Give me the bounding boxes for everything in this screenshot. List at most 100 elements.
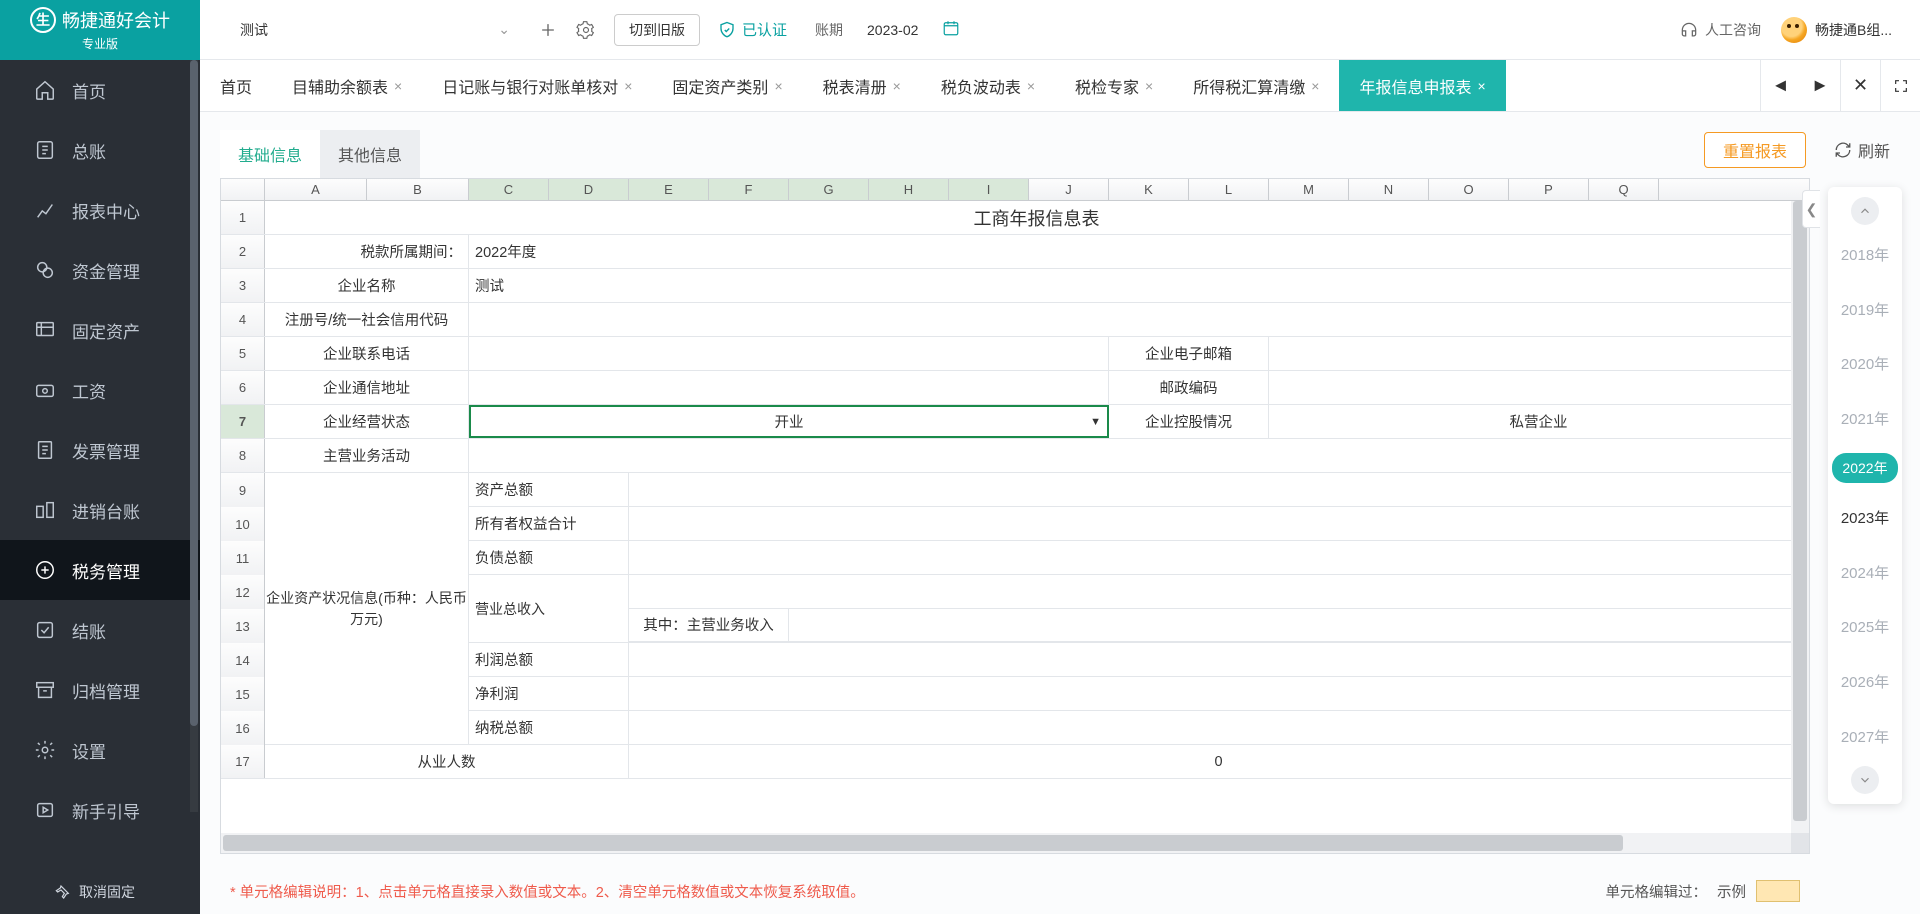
v-scrollbar[interactable] bbox=[1791, 201, 1809, 833]
row-head-3[interactable]: 3 bbox=[221, 269, 265, 302]
tab-close-icon[interactable]: × bbox=[1145, 78, 1153, 94]
col-head-F[interactable]: F bbox=[709, 179, 789, 200]
value-reg-code[interactable] bbox=[469, 303, 1809, 336]
value-asset-9[interactable] bbox=[629, 473, 1809, 506]
tab-0[interactable]: 首页 bbox=[200, 60, 272, 111]
support-button[interactable]: 人工咨询 bbox=[1679, 20, 1761, 40]
tab-5[interactable]: 税负波动表× bbox=[921, 60, 1055, 111]
period-value-cell[interactable]: 2022年度 bbox=[469, 235, 1809, 268]
col-head-M[interactable]: M bbox=[1269, 179, 1349, 200]
tab-2[interactable]: 日记账与银行对账单核对× bbox=[422, 60, 652, 111]
year-item-2019年[interactable]: 2019年 bbox=[1841, 289, 1889, 330]
tab-8[interactable]: 年报信息申报表× bbox=[1339, 60, 1505, 111]
tab-close-icon[interactable]: × bbox=[1477, 78, 1485, 94]
row-head-15[interactable]: 15 bbox=[221, 677, 265, 711]
sidebar-item-11[interactable]: 设置 bbox=[0, 720, 200, 780]
sidebar-item-3[interactable]: 资金管理 bbox=[0, 240, 200, 300]
v-scroll-thumb[interactable] bbox=[1793, 201, 1807, 821]
col-head-N[interactable]: N bbox=[1349, 179, 1429, 200]
value-company-name[interactable]: 测试 bbox=[469, 269, 1809, 302]
value-asset-15[interactable] bbox=[629, 677, 1809, 710]
col-head-I[interactable]: I bbox=[949, 179, 1029, 200]
sidebar-item-8[interactable]: 税务管理 bbox=[0, 540, 200, 600]
tab-4[interactable]: 税表清册× bbox=[803, 60, 921, 111]
row-head-6[interactable]: 6 bbox=[221, 371, 265, 404]
year-scroll-up[interactable] bbox=[1851, 197, 1879, 225]
row-head-17[interactable]: 17 bbox=[221, 745, 265, 778]
row-head-14[interactable]: 14 bbox=[221, 643, 265, 677]
year-item-2020年[interactable]: 2020年 bbox=[1841, 343, 1889, 384]
value-email[interactable] bbox=[1269, 337, 1809, 370]
tab-scroll-left[interactable]: ◄ bbox=[1760, 60, 1800, 111]
row-head-16[interactable]: 16 bbox=[221, 711, 265, 745]
sidebar-item-5[interactable]: 工资 bbox=[0, 360, 200, 420]
tab-close-button[interactable]: ✕ bbox=[1840, 60, 1880, 111]
row-head-12[interactable]: 12 bbox=[221, 575, 265, 609]
col-head-C[interactable]: C bbox=[469, 179, 549, 200]
h-scrollbar[interactable] bbox=[221, 833, 1791, 853]
refresh-button[interactable]: 刷新 bbox=[1834, 138, 1890, 162]
sidebar-item-9[interactable]: 结账 bbox=[0, 600, 200, 660]
value-main-biz[interactable] bbox=[469, 439, 1809, 472]
row-head-10[interactable]: 10 bbox=[221, 507, 265, 541]
value-employees[interactable]: 0 bbox=[629, 745, 1809, 778]
sidebar-item-4[interactable]: 固定资产 bbox=[0, 300, 200, 360]
col-head-Q[interactable]: Q bbox=[1589, 179, 1659, 200]
tab-close-icon[interactable]: × bbox=[1311, 78, 1319, 94]
tab-7[interactable]: 所得税汇算清缴× bbox=[1173, 60, 1339, 111]
col-head-B[interactable]: B bbox=[367, 179, 469, 200]
value-revenue[interactable] bbox=[629, 575, 1809, 608]
year-item-2022年[interactable]: 2022年 bbox=[1832, 453, 1897, 483]
row-head-7[interactable]: 7 bbox=[221, 405, 265, 438]
user-menu[interactable]: 畅捷通B组... bbox=[1781, 17, 1892, 43]
col-head-P[interactable]: P bbox=[1509, 179, 1589, 200]
value-main-revenue[interactable] bbox=[789, 609, 1809, 642]
sidebar-scrollbar-thumb[interactable] bbox=[190, 60, 198, 726]
sidebar-item-12[interactable]: 新手引导 bbox=[0, 780, 200, 840]
year-item-2024年[interactable]: 2024年 bbox=[1841, 552, 1889, 593]
row-head-13[interactable]: 13 bbox=[221, 609, 265, 643]
sidebar-item-1[interactable]: 总账 bbox=[0, 120, 200, 180]
settings-button[interactable] bbox=[576, 20, 596, 40]
row-head-9[interactable]: 9 bbox=[221, 473, 265, 507]
tab-6[interactable]: 税检专家× bbox=[1055, 60, 1173, 111]
year-rail-collapse[interactable]: ❮ bbox=[1802, 190, 1820, 228]
year-item-2018年[interactable]: 2018年 bbox=[1841, 234, 1889, 275]
sidebar-item-2[interactable]: 报表中心 bbox=[0, 180, 200, 240]
col-head-O[interactable]: O bbox=[1429, 179, 1509, 200]
sidebar-item-6[interactable]: 发票管理 bbox=[0, 420, 200, 480]
value-phone[interactable] bbox=[469, 337, 1109, 370]
subtab-basic[interactable]: 基础信息 bbox=[220, 130, 320, 178]
fullscreen-button[interactable] bbox=[1880, 60, 1920, 111]
value-status-dropdown[interactable]: 开业▼ bbox=[469, 405, 1109, 438]
tab-close-icon[interactable]: × bbox=[1027, 78, 1035, 94]
select-all-corner[interactable] bbox=[221, 179, 265, 200]
sidebar-item-7[interactable]: 进销台账 bbox=[0, 480, 200, 540]
tab-close-icon[interactable]: × bbox=[774, 78, 782, 94]
col-head-D[interactable]: D bbox=[549, 179, 629, 200]
col-head-K[interactable]: K bbox=[1109, 179, 1189, 200]
col-head-E[interactable]: E bbox=[629, 179, 709, 200]
year-item-2025年[interactable]: 2025年 bbox=[1841, 606, 1889, 647]
unpin-button[interactable]: 取消固定 bbox=[0, 870, 190, 914]
col-head-A[interactable]: A bbox=[265, 179, 367, 200]
value-asset-11[interactable] bbox=[629, 541, 1809, 574]
tab-close-icon[interactable]: × bbox=[893, 78, 901, 94]
tab-3[interactable]: 固定资产类别× bbox=[652, 60, 802, 111]
col-head-G[interactable]: G bbox=[789, 179, 869, 200]
row-head-2[interactable]: 2 bbox=[221, 235, 265, 268]
tab-close-icon[interactable]: × bbox=[624, 78, 632, 94]
row-head-5[interactable]: 5 bbox=[221, 337, 265, 370]
year-item-2027年[interactable]: 2027年 bbox=[1841, 716, 1889, 757]
col-head-L[interactable]: L bbox=[1189, 179, 1269, 200]
value-asset-14[interactable] bbox=[629, 643, 1809, 676]
sidebar-item-10[interactable]: 归档管理 bbox=[0, 660, 200, 720]
tab-scroll-right[interactable]: ► bbox=[1800, 60, 1840, 111]
tab-1[interactable]: 目辅助余额表× bbox=[272, 60, 422, 111]
row-head-11[interactable]: 11 bbox=[221, 541, 265, 575]
switch-old-version-button[interactable]: 切到旧版 bbox=[614, 14, 700, 46]
year-scroll-down[interactable] bbox=[1851, 766, 1879, 794]
subtab-other[interactable]: 其他信息 bbox=[320, 130, 420, 178]
value-asset-16[interactable] bbox=[629, 711, 1809, 744]
sidebar-item-0[interactable]: 首页 bbox=[0, 60, 200, 120]
